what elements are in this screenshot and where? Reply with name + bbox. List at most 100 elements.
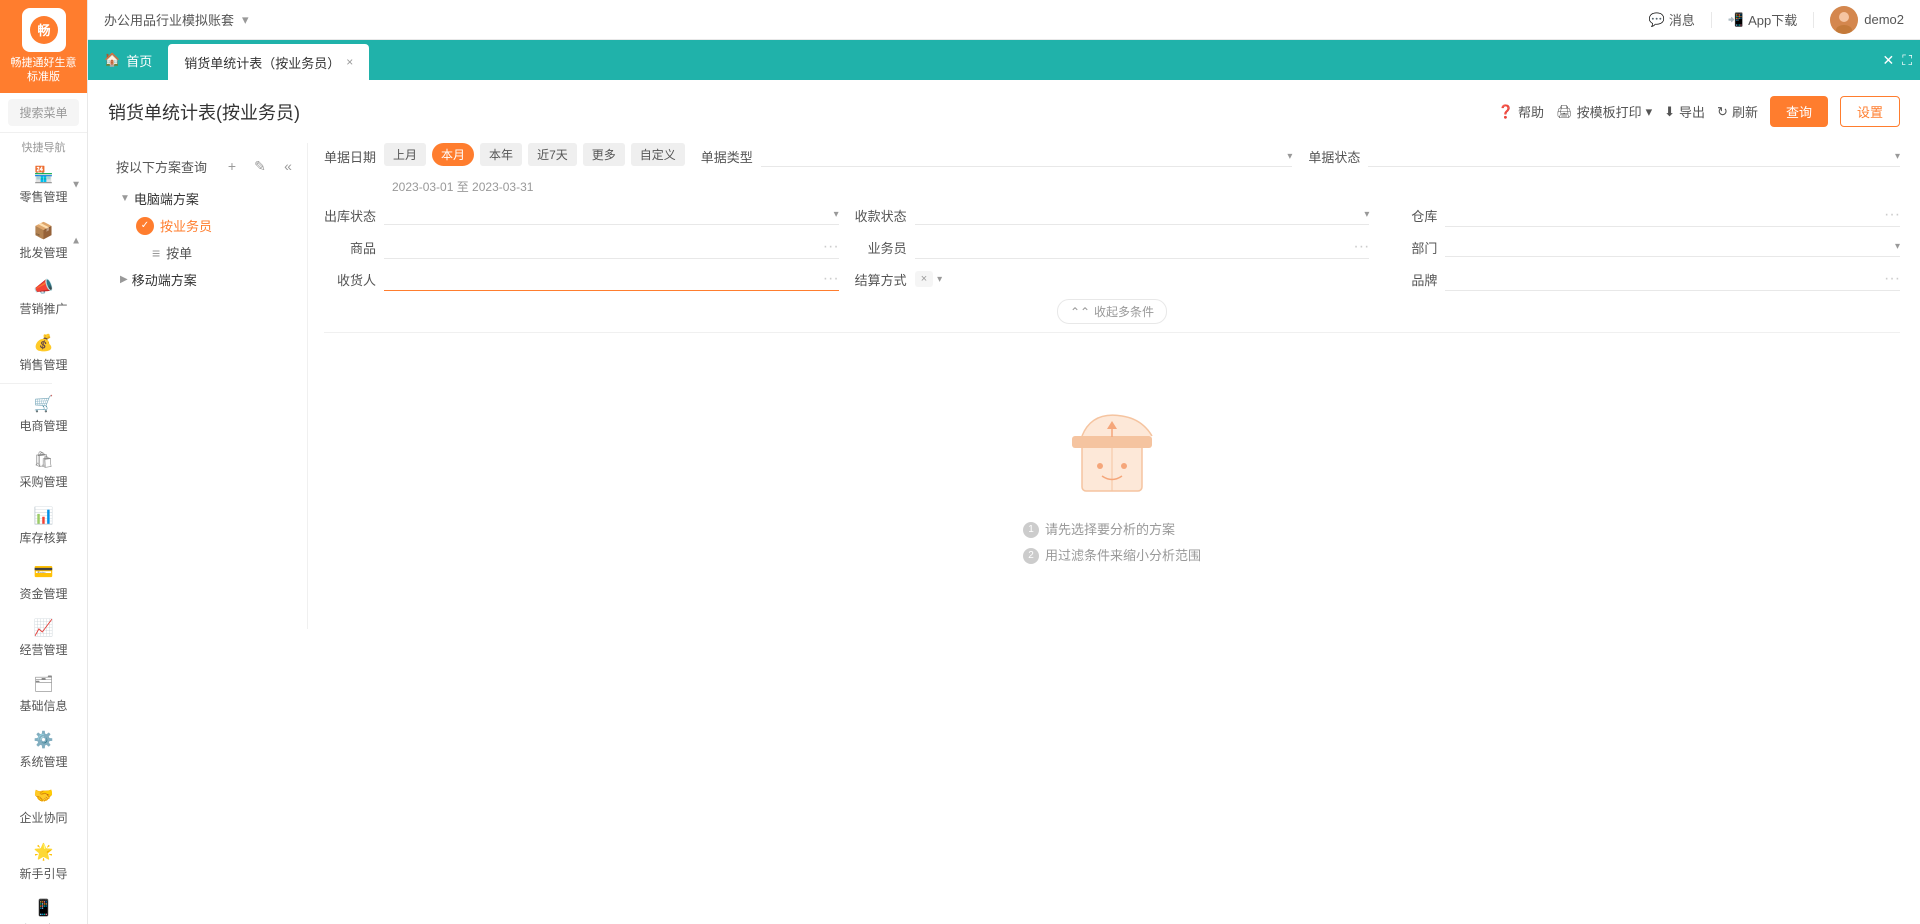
stock-status-arrow: ▾ (834, 209, 839, 220)
receiver-input[interactable] (384, 267, 839, 291)
payment-status-select[interactable]: ▾ (915, 205, 1370, 225)
warehouse-filter: 仓库 ··· (1385, 203, 1900, 227)
tree-grandchild-order[interactable]: ≡ 按单 (108, 239, 307, 266)
dept-label: 部门 (1385, 238, 1437, 257)
template-print-button[interactable]: 🖨 按模板打印 ▾ (1556, 102, 1652, 121)
tab-maximize-icon[interactable]: ⛶ (1902, 52, 1912, 69)
receiver-control: ··· (384, 267, 839, 291)
sidebar-item-operation[interactable]: 📈 经营管理 (0, 610, 87, 666)
date-btn-custom[interactable]: 自定义 (631, 143, 685, 166)
content-area: 销货单统计表(按业务员) ❓ 帮助 🖨 按模板打印 ▾ ⬇ 导出 (88, 80, 1920, 924)
stock-status-select[interactable]: ▾ (384, 205, 839, 225)
filter-separator (324, 332, 1900, 333)
step2-label: 用过滤条件来缩小分析范围 (1045, 543, 1201, 569)
filter-row-4: 收货人 ··· 结算方式 × (324, 267, 1900, 291)
goods-dots[interactable]: ··· (823, 238, 839, 256)
brand-dots[interactable]: ··· (1884, 270, 1900, 288)
warehouse-label: 仓库 (1385, 206, 1437, 225)
settings-button[interactable]: 设置 (1840, 96, 1900, 127)
sidebar-nav-link[interactable]: 快捷导航 (14, 133, 74, 157)
doc-status-arrow: ▾ (1895, 151, 1900, 162)
goods-label: 商品 (324, 238, 376, 257)
salesperson-dots[interactable]: ··· (1353, 238, 1369, 256)
retail-icon: 🏪 (34, 165, 54, 185)
sidebar-item-apps[interactable]: 📱 应用中心 (0, 890, 87, 924)
sidebar-item-inventory[interactable]: 📊 库存核算 (0, 498, 87, 554)
sidebar-item-finance[interactable]: 💳 资金管理 (0, 554, 87, 610)
sidebar-item-newbie[interactable]: 🌟 新手引导 (0, 834, 87, 890)
refresh-button[interactable]: ↻ 刷新 (1717, 102, 1758, 121)
date-btn-7days[interactable]: 近7天 (528, 143, 577, 166)
help-button[interactable]: ❓ 帮助 (1498, 102, 1544, 121)
sidebar-item-purchase[interactable]: 🛍 采购管理 (0, 442, 87, 498)
tab-active[interactable]: 销货单统计表（按业务员） × (168, 44, 369, 80)
app-logo[interactable]: 畅 畅捷通好生意标准版 (0, 0, 87, 93)
order-icon: ≡ (152, 245, 160, 261)
payment-status-arrow: ▾ (1364, 209, 1369, 220)
settlement-tag-x[interactable]: × (921, 273, 927, 285)
message-action[interactable]: 💬 消息 (1649, 10, 1695, 29)
sidebar-item-sales[interactable]: 💰 销售管理 (0, 325, 87, 381)
left-panel-icons: + ✎ « (221, 155, 299, 177)
date-range-display: 2023-03-01 至 2023-03-31 (392, 178, 1900, 195)
receiver-filter: 收货人 ··· (324, 267, 839, 291)
sidebar-item-basic[interactable]: 🗂 基础信息 (0, 666, 87, 722)
tree-desktop[interactable]: ▼ 电脑端方案 (108, 185, 307, 212)
receiver-dots[interactable]: ··· (823, 270, 839, 288)
tab-close-window-icon[interactable]: ✕ (1882, 52, 1894, 69)
dept-select[interactable]: ▾ (1445, 237, 1900, 257)
marketing-icon: 📣 (34, 277, 54, 297)
header-dropdown-icon[interactable]: ▾ (242, 12, 249, 28)
settlement-control: × ▾ (915, 271, 1370, 287)
add-scheme-icon[interactable]: + (221, 155, 243, 177)
warehouse-dots[interactable]: ··· (1884, 206, 1900, 224)
app-download-label: App下载 (1748, 10, 1797, 29)
tree-arrow-mobile: ▶ (120, 274, 128, 285)
brand-control: ··· (1445, 267, 1900, 291)
tab-close-icon[interactable]: × (346, 55, 353, 69)
collapse-button[interactable]: ⌃⌃ 收起多条件 (1057, 299, 1167, 324)
message-icon: 💬 (1649, 12, 1665, 28)
settlement-tag: × (915, 271, 933, 287)
sidebar-item-ecommerce[interactable]: 🛒 电商管理 (0, 386, 87, 442)
export-button[interactable]: ⬇ 导出 (1664, 102, 1705, 121)
edit-scheme-icon[interactable]: ✎ (249, 155, 271, 177)
doc-type-select[interactable]: ▾ (761, 147, 1293, 167)
ecommerce-icon: 🛒 (34, 394, 54, 414)
date-btn-more[interactable]: 更多 (583, 143, 625, 166)
header-divider1 (1711, 12, 1712, 28)
search-menu-button[interactable]: 搜索菜单 (8, 99, 79, 126)
refresh-icon: ↻ (1717, 104, 1728, 120)
goods-input[interactable] (384, 235, 839, 259)
brand-input[interactable] (1445, 267, 1900, 291)
sidebar-item-system[interactable]: ⚙️ 系统管理 (0, 722, 87, 778)
date-btn-this-month[interactable]: 本月 (432, 143, 474, 166)
left-panel-title: 按以下方案查询 (116, 157, 207, 176)
salesperson-input[interactable] (915, 235, 1370, 259)
date-btn-this-year[interactable]: 本年 (480, 143, 522, 166)
collapse-icon: ⌃⌃ (1070, 305, 1090, 319)
empty-state: 1 请先选择要分析的方案 2 用过滤条件来缩小分析范围 (324, 341, 1900, 629)
page-title: 销货单统计表(按业务员) (108, 99, 300, 125)
date-btn-last-month[interactable]: 上月 (384, 143, 426, 166)
date-options: 上月 本月 本年 近7天 更多 自定义 (384, 143, 685, 166)
warehouse-input[interactable] (1445, 203, 1900, 227)
basic-icon: 🗂 (33, 674, 53, 694)
sidebar-item-retail[interactable]: 🏪 零售管理 ▼ (0, 157, 87, 213)
header-divider2 (1813, 12, 1814, 28)
brand-filter: 品牌 ··· (1385, 267, 1900, 291)
sidebar-item-wholesale[interactable]: 📦 批发管理 ▲ (0, 213, 87, 269)
cooperation-icon: 🤝 (34, 786, 54, 806)
app-download-action[interactable]: 📲 App下载 (1728, 10, 1797, 29)
sidebar-item-cooperation[interactable]: 🤝 企业协同 (0, 778, 87, 834)
doc-status-select[interactable]: ▾ (1368, 147, 1900, 167)
tree-mobile[interactable]: ▶ 移动端方案 (108, 266, 307, 293)
sidebar-item-marketing[interactable]: 📣 营销推广 (0, 269, 87, 325)
tree-child-salesperson[interactable]: ✓ 按业务员 (108, 212, 307, 239)
tab-home[interactable]: 🏠 首页 (88, 40, 168, 80)
empty-step-2: 2 用过滤条件来缩小分析范围 (1023, 543, 1201, 569)
settlement-arrow: ▾ (937, 274, 942, 285)
query-button[interactable]: 查询 (1770, 96, 1828, 127)
collapse-panel-icon[interactable]: « (277, 155, 299, 177)
user-area[interactable]: demo2 (1830, 6, 1904, 34)
